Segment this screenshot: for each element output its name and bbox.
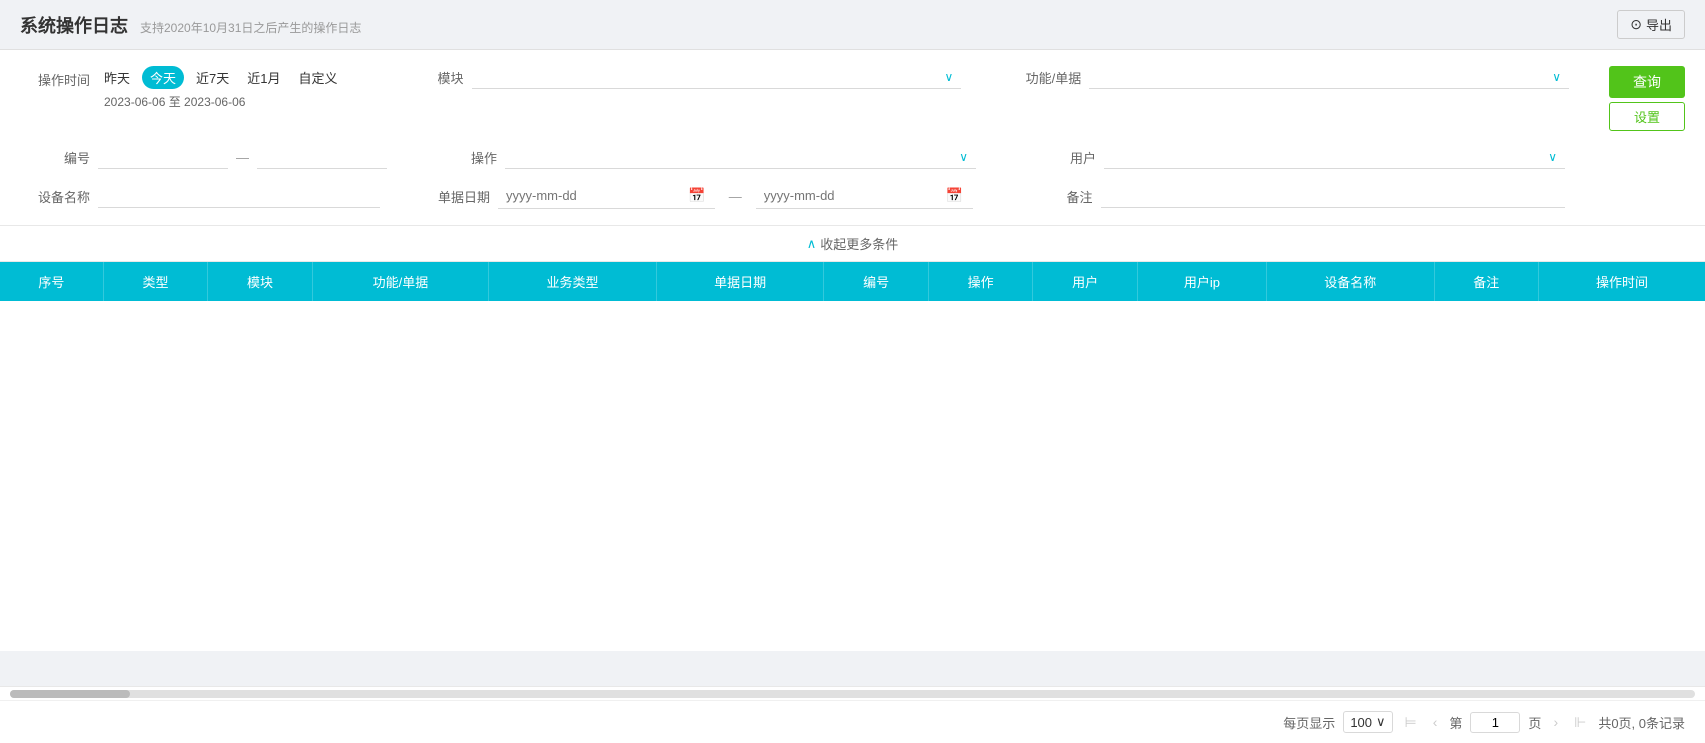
function-chevron-icon: ∨ [1552,70,1561,84]
collapse-label: 收起更多条件 [820,234,898,253]
col-op-time: 操作时间 [1539,262,1705,301]
data-table: 序号 类型 模块 功能/单据 业务类型 单据日期 编号 操作 用户 用户ip 设… [0,262,1705,301]
page-size-chevron: ∨ [1376,714,1386,730]
page-label: 第 [1449,713,1462,732]
time-btn-yesterday[interactable]: 昨天 [98,66,136,89]
calendar-to-icon[interactable]: 📅 [946,187,963,204]
page-unit: 页 [1528,713,1541,732]
col-device: 设备名称 [1266,262,1434,301]
export-icon: ⊙ [1630,16,1642,33]
number-label: 编号 [20,148,90,167]
user-chevron-icon: ∨ [1548,150,1557,164]
header-left: 系统操作日志 支持2020年10月31日之后产生的操作日志 [20,12,361,38]
function-select[interactable]: ∨ [1089,66,1569,89]
time-btn-custom[interactable]: 自定义 [293,66,344,89]
voucher-date-label: 单据日期 [420,187,490,206]
total-info: 共0页, 0条记录 [1598,713,1685,732]
first-page-button[interactable]: ⊨ [1401,712,1421,733]
number-to-input[interactable] [257,145,387,169]
query-button[interactable]: 查询 [1609,66,1685,98]
time-buttons: 昨天 今天 近7天 近1月 自定义 [98,66,344,89]
remark-input[interactable] [1101,184,1566,208]
page-size-value: 100 [1350,715,1372,730]
user-select[interactable]: ∨ [1104,146,1565,169]
scroll-thumb[interactable] [10,690,130,698]
calendar-from-icon[interactable]: 📅 [688,187,705,204]
table-header: 序号 类型 模块 功能/单据 业务类型 单据日期 编号 操作 用户 用户ip 设… [0,262,1705,301]
scroll-track[interactable] [10,690,1695,698]
remark-label: 备注 [1013,187,1093,206]
next-page-button[interactable]: › [1549,712,1562,732]
col-date: 单据日期 [656,262,824,301]
date-from-wrap: 📅 [498,183,715,209]
date-from-input[interactable] [506,188,682,203]
col-function: 功能/单据 [312,262,488,301]
col-operation: 操作 [928,262,1032,301]
date-dash: — [729,189,742,204]
number-range: — [98,145,387,169]
export-button[interactable]: ⊙ 导出 [1617,10,1685,39]
page-size-select[interactable]: 100 ∨ [1343,711,1392,733]
table-area: 序号 类型 模块 功能/单据 业务类型 单据日期 编号 操作 用户 用户ip 设… [0,262,1705,686]
col-biz-type: 业务类型 [489,262,657,301]
date-to-wrap: 📅 [756,183,973,209]
collapse-icon: ∧ [807,236,817,252]
page-header: 系统操作日志 支持2020年10月31日之后产生的操作日志 ⊙ 导出 [0,0,1705,50]
per-page-label: 每页显示 [1283,713,1335,732]
module-chevron-icon: ∨ [944,70,953,84]
col-index: 序号 [0,262,103,301]
number-dash: — [236,150,249,165]
filter-area: 操作时间 昨天 今天 近7天 近1月 自定义 2023-06-06 至 2023… [0,50,1705,226]
operation-label: 操作 [427,148,497,167]
collapse-button[interactable]: ∧ 收起更多条件 [807,234,899,253]
time-label: 操作时间 [20,70,90,89]
page-title: 系统操作日志 [20,12,128,38]
scroll-bar-area[interactable] [0,686,1705,700]
last-page-button[interactable]: ⊩ [1570,712,1590,733]
date-to-input[interactable] [764,188,940,203]
page-number-input[interactable] [1470,712,1520,733]
col-remark: 备注 [1434,262,1538,301]
col-number: 编号 [824,262,928,301]
col-user: 用户 [1033,262,1137,301]
operation-chevron-icon: ∨ [959,150,968,164]
time-btn-7days[interactable]: 近7天 [190,66,235,89]
user-label: 用户 [1016,148,1096,167]
date-range-display: 2023-06-06 至 2023-06-06 [104,93,354,110]
number-from-input[interactable] [98,145,228,169]
col-user-ip: 用户ip [1137,262,1266,301]
settings-button[interactable]: 设置 [1609,102,1685,131]
pagination-area: 每页显示 100 ∨ ⊨ ‹ 第 页 › ⊩ 共0页, 0条记录 [0,700,1705,743]
device-input[interactable] [98,184,380,208]
module-select[interactable]: ∨ [472,66,962,89]
module-label: 模块 [394,68,464,87]
collapse-bar: ∧ 收起更多条件 [0,226,1705,262]
col-type: 类型 [103,262,207,301]
time-btn-today[interactable]: 今天 [142,66,184,89]
action-buttons: 查询 设置 [1609,66,1685,131]
prev-page-button[interactable]: ‹ [1429,712,1442,732]
col-module: 模块 [208,262,312,301]
operation-select[interactable]: ∨ [505,146,976,169]
export-label: 导出 [1646,15,1672,34]
function-label: 功能/单据 [1001,68,1081,87]
empty-area [0,301,1705,651]
device-label: 设备名称 [20,187,90,206]
page-subtitle: 支持2020年10月31日之后产生的操作日志 [140,19,361,36]
time-btn-1month[interactable]: 近1月 [241,66,286,89]
